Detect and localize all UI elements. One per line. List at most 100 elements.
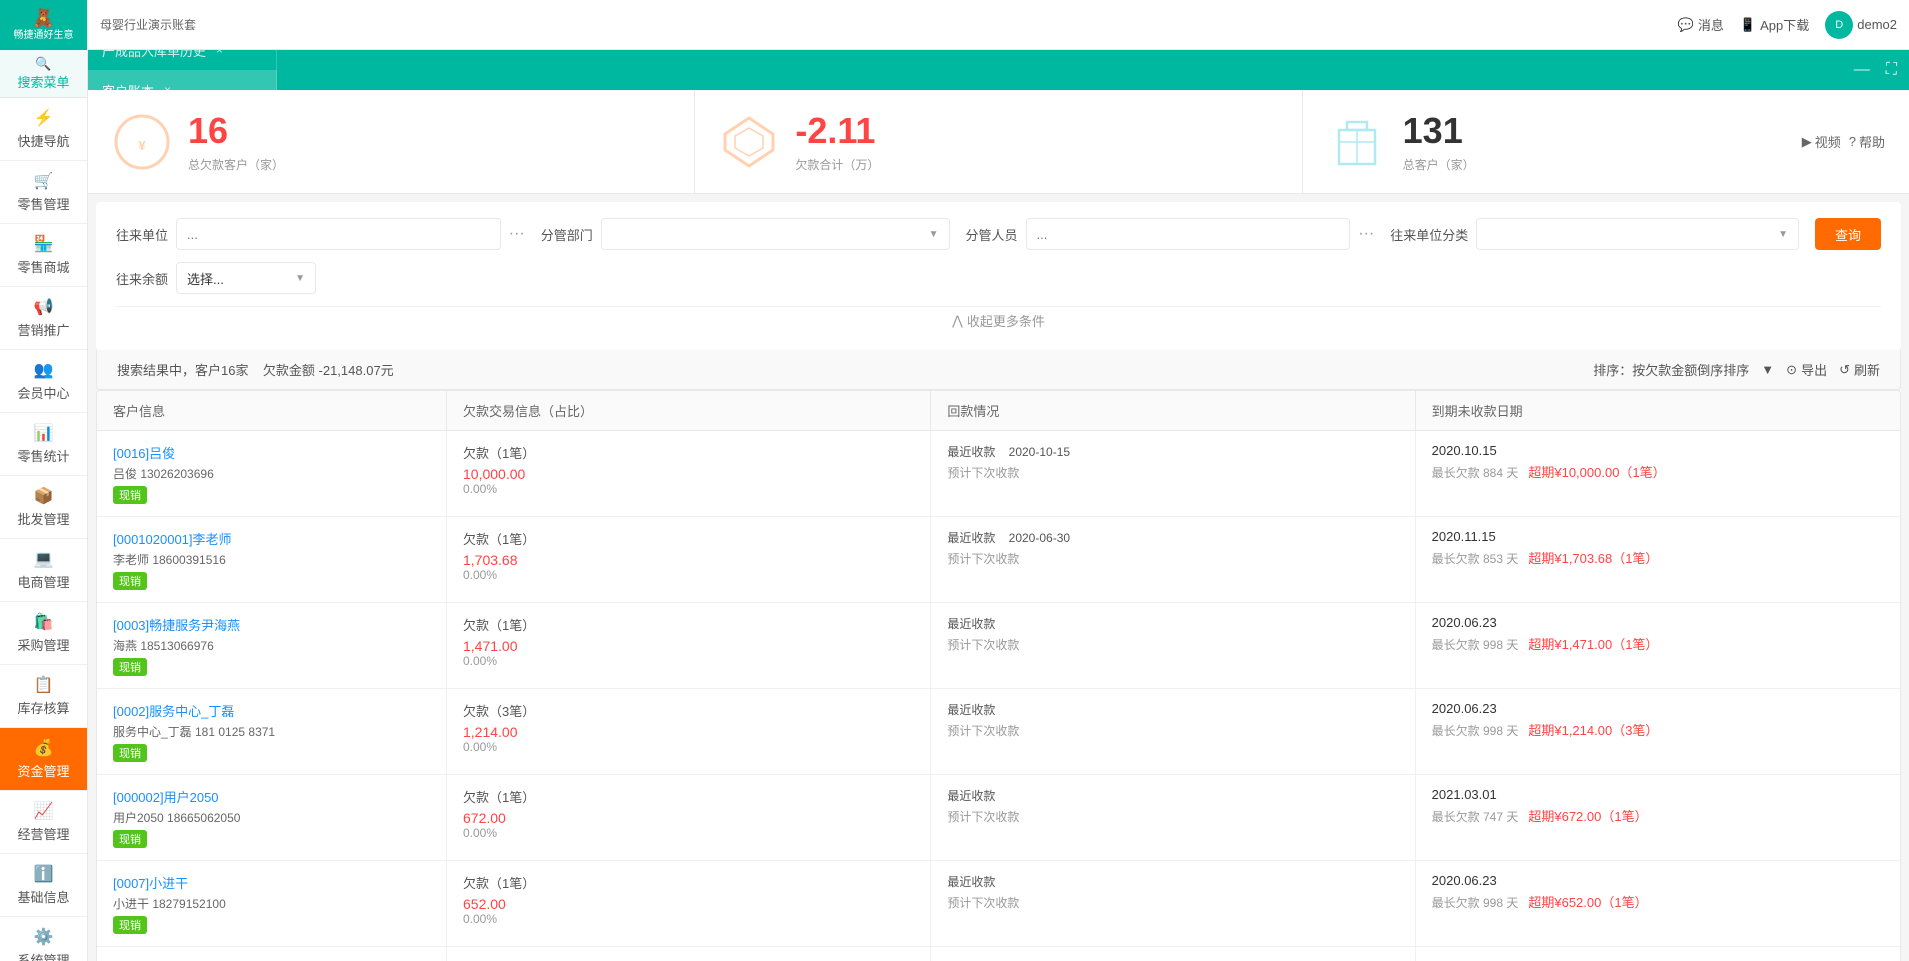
- td-overdue-info: 2020.06.23 最长欠款 998 天 超期¥1,214.00（3笔）: [1416, 689, 1900, 774]
- stat-total-customers-block: 131 总客户（家）: [1403, 110, 1786, 173]
- sidebar-item-采购管理[interactable]: 🛍️ 采购管理: [0, 602, 87, 665]
- sidebar-item-基础信息[interactable]: ℹ️ 基础信息: [0, 854, 87, 917]
- stat-card-debt-total: -2.11 欠款合计（万）: [695, 90, 1302, 193]
- maximize-button[interactable]: ⛶: [1882, 57, 1901, 83]
- message-button[interactable]: 💬 消息: [1678, 15, 1724, 34]
- filter-person: 分管人员 ···: [966, 218, 1375, 250]
- filter-balance-select[interactable]: 选择... ▼: [176, 262, 316, 294]
- latest-payment: 最近收款: [947, 873, 1398, 890]
- overdue-amount[interactable]: 超期¥1,703.68（1笔）: [1528, 551, 1658, 566]
- search-icon: 🔍: [35, 56, 51, 71]
- sidebar-icon: ⚙️: [34, 927, 54, 947]
- sidebar-item-零售统计[interactable]: 📊 零售统计: [0, 413, 87, 476]
- sidebar-label: 营销推广: [17, 320, 69, 339]
- sidebar-item-经营管理[interactable]: 📈 经营管理: [0, 791, 87, 854]
- username: demo2: [1857, 17, 1897, 32]
- debt-percent: 0.00%: [463, 482, 914, 496]
- sidebar-icon: 👥: [34, 360, 54, 380]
- tab-close-icon[interactable]: ×: [164, 83, 171, 90]
- debt-amount[interactable]: 1,703.68: [463, 552, 914, 568]
- sidebar-item-快捷导航[interactable]: ⚡ 快捷导航: [0, 98, 87, 161]
- diamond-icon: [719, 112, 779, 172]
- filter-collapse-button[interactable]: ⋀ 收起更多条件: [116, 306, 1881, 334]
- sidebar-item-零售管理[interactable]: 🛒 零售管理: [0, 161, 87, 224]
- filter-customer: 往来单位 ···: [116, 218, 525, 250]
- td-debt-info: 欠款（1笔） 652.00 0.00%: [447, 861, 931, 946]
- overdue-amount[interactable]: 超期¥672.00（1笔）: [1528, 809, 1647, 824]
- sidebar-item-资金管理[interactable]: 💰 资金管理: [0, 728, 87, 791]
- filter-person-input[interactable]: [1026, 218, 1351, 250]
- debt-amount[interactable]: 10,000.00: [463, 466, 914, 482]
- sidebar-item-系统管理[interactable]: ⚙️ 系统管理: [0, 917, 87, 961]
- stat-actions: ▶ 视频 ? 帮助: [1802, 132, 1885, 151]
- tabs-bar: 首页商品上下架×产成品入库单历史×客户账本×采购订单统计表×进货单统计表（按商品…: [88, 50, 1909, 90]
- debt-amount[interactable]: 1,471.00: [463, 638, 914, 654]
- overdue-amount[interactable]: 超期¥10,000.00（1笔）: [1528, 465, 1665, 480]
- td-customer-info: [000002]用户2050 用户2050 18665062050 现销: [97, 775, 447, 860]
- td-payment-info: 最近收款 预计下次收款: [931, 689, 1415, 774]
- filter-person-dots[interactable]: ···: [1358, 225, 1374, 243]
- tab-close-icon[interactable]: ×: [216, 50, 223, 57]
- table-row: [0003]畅捷服务尹海燕 海燕 18513066976 现销 欠款（1笔） 1…: [97, 603, 1900, 689]
- building-icon: [1327, 112, 1387, 172]
- topbar-subtitle: 母婴行业演示账套: [100, 16, 196, 33]
- video-button[interactable]: ▶ 视频: [1802, 132, 1841, 151]
- overdue-days: 最长欠款 998 天 超期¥1,214.00（3笔）: [1432, 720, 1884, 739]
- sidebar-label: 零售商城: [17, 257, 69, 276]
- sidebar-icon: 🏪: [34, 234, 54, 254]
- stat-total-customers-label: 总客户（家）: [1403, 156, 1786, 173]
- tab-客户账本[interactable]: 客户账本 ×: [88, 70, 277, 90]
- filter-customer-label: 往来单位: [116, 225, 168, 244]
- sidebar-item-零售商城[interactable]: 🏪 零售商城: [0, 224, 87, 287]
- sidebar-icon: 📦: [34, 486, 54, 506]
- sidebar-item-会员中心[interactable]: 👥 会员中心: [0, 350, 87, 413]
- collapse-icon: ⋀: [952, 313, 963, 329]
- stat-debt-total-number: -2.11: [795, 110, 1277, 152]
- sidebar-item-电商管理[interactable]: 💻 电商管理: [0, 539, 87, 602]
- td-debt-info: 欠款（1笔） 1,703.68 0.00%: [447, 517, 931, 602]
- customer-name[interactable]: [0003]畅捷服务尹海燕: [113, 615, 430, 634]
- search-button[interactable]: 查询: [1815, 218, 1881, 250]
- overdue-days: 最长欠款 998 天 超期¥1,471.00（1笔）: [1432, 634, 1884, 653]
- customer-name[interactable]: [0007]小进干: [113, 873, 430, 892]
- topbar: 母婴行业演示账套 💬 消息 📱 App下载 D demo2: [88, 0, 1909, 50]
- sidebar-item-库存核算[interactable]: 📋 库存核算: [0, 665, 87, 728]
- table-row: [0001020001]李老师 李老师 18600391516 现销 欠款（1笔…: [97, 517, 1900, 603]
- filter-balance-value: 选择...: [187, 269, 224, 288]
- td-payment-info: 最近收款 预计下次收款: [931, 947, 1415, 961]
- filter-category-select[interactable]: ▼: [1476, 218, 1799, 250]
- customer-name[interactable]: [000002]用户2050: [113, 787, 430, 806]
- sidebar-search[interactable]: 🔍 搜索菜单: [0, 50, 87, 98]
- sidebar-item-营销推广[interactable]: 📢 营销推广: [0, 287, 87, 350]
- debt-amount[interactable]: 652.00: [463, 896, 914, 912]
- download-button[interactable]: 📱 App下载: [1740, 15, 1809, 34]
- debt-count: 欠款（1笔）: [463, 615, 914, 634]
- refresh-label: 刷新: [1854, 360, 1880, 379]
- customer-name[interactable]: [0001020001]李老师: [113, 529, 430, 548]
- latest-payment: 最近收款 2020-06-30: [947, 529, 1398, 546]
- filter-customer-input[interactable]: [176, 218, 501, 250]
- tab-label: 客户账本: [102, 81, 154, 91]
- sidebar-label: 采购管理: [17, 635, 69, 654]
- overdue-amount[interactable]: 超期¥1,214.00（3笔）: [1528, 723, 1658, 738]
- export-button[interactable]: ⊙ 导出: [1786, 360, 1827, 379]
- user-menu[interactable]: D demo2: [1825, 11, 1897, 39]
- filter-dept: 分管部门 ▼: [541, 218, 950, 250]
- debt-amount[interactable]: 672.00: [463, 810, 914, 826]
- customer-tag: 现销: [113, 744, 147, 762]
- minimize-button[interactable]: —: [1850, 57, 1874, 83]
- overdue-amount[interactable]: 超期¥1,471.00（1笔）: [1528, 637, 1658, 652]
- filter-customer-dots[interactable]: ···: [509, 225, 525, 243]
- customer-name[interactable]: [0016]吕俊: [113, 443, 430, 462]
- td-payment-info: 最近收款 预计下次收款: [931, 603, 1415, 688]
- sidebar-item-批发管理[interactable]: 📦 批发管理: [0, 476, 87, 539]
- overdue-amount[interactable]: 超期¥652.00（1笔）: [1528, 895, 1647, 910]
- table-row: [000002]用户2050 用户2050 18665062050 现销 欠款（…: [97, 775, 1900, 861]
- customer-name[interactable]: [0002]服务中心_丁磊: [113, 701, 430, 720]
- sidebar-icon: 📈: [34, 801, 54, 821]
- help-button[interactable]: ? 帮助: [1849, 132, 1885, 151]
- filter-dept-select[interactable]: ▼: [601, 218, 950, 250]
- debt-amount[interactable]: 1,214.00: [463, 724, 914, 740]
- tab-产成品入库单历史[interactable]: 产成品入库单历史×: [88, 50, 277, 70]
- refresh-button[interactable]: ↺ 刷新: [1839, 360, 1880, 379]
